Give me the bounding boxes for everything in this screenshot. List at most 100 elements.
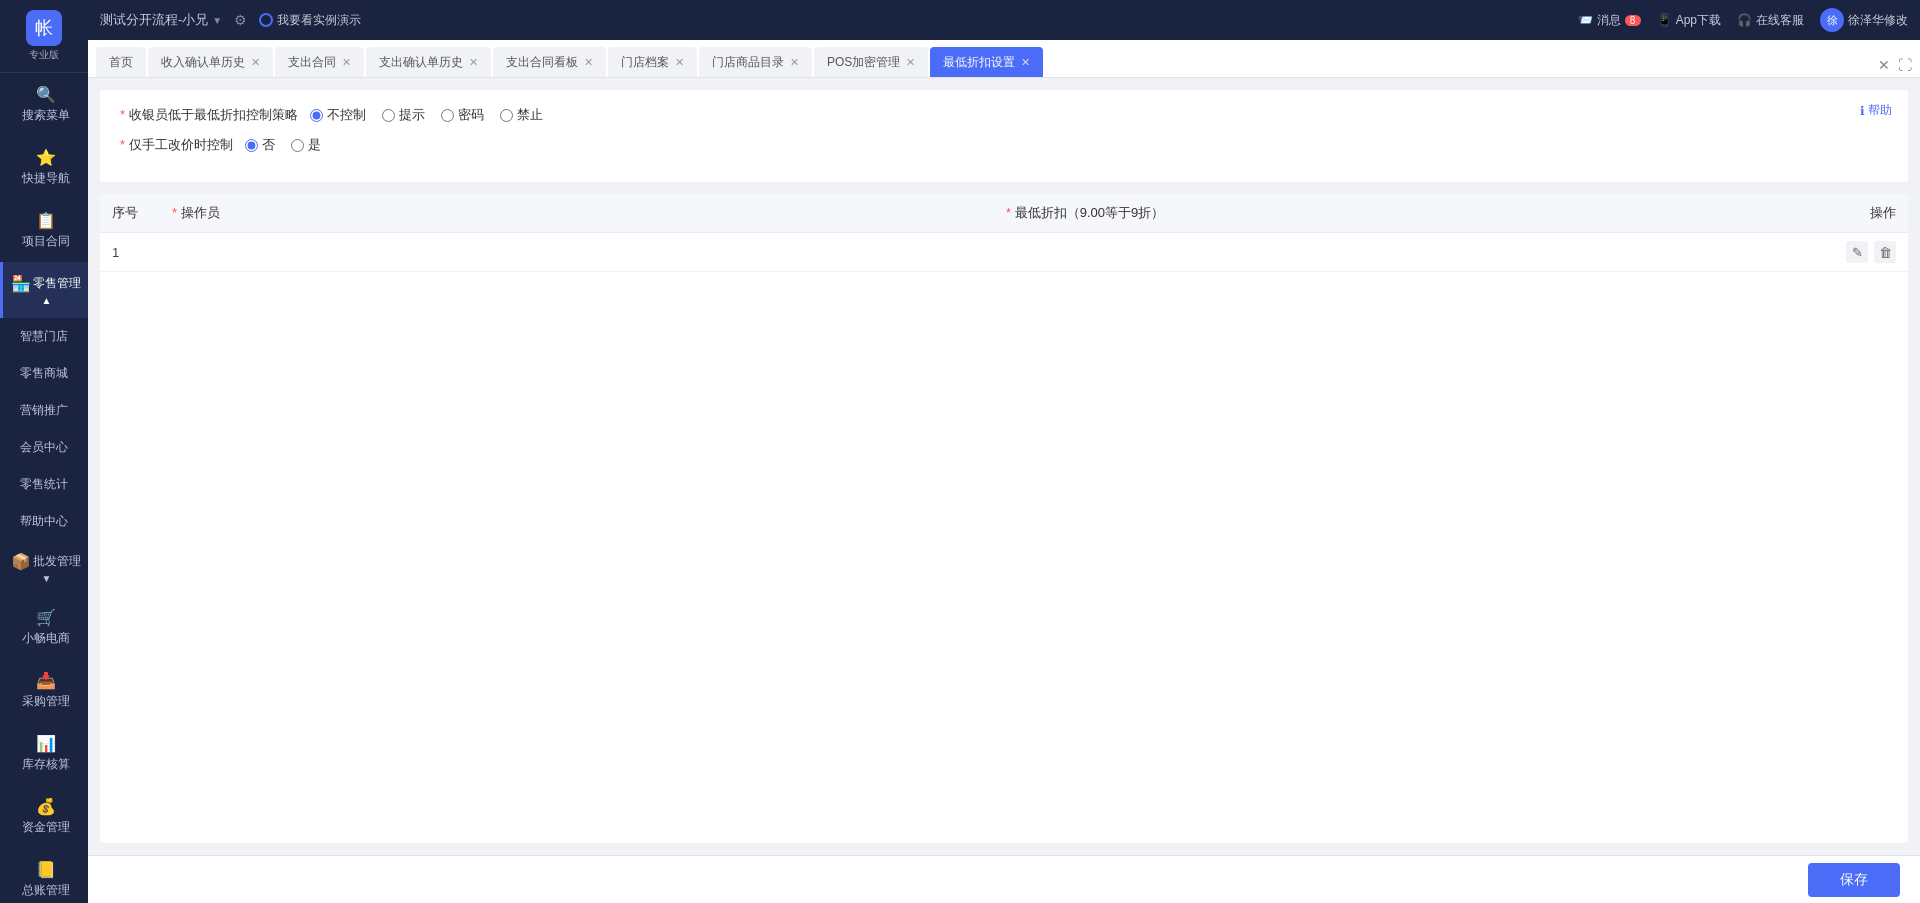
strategy-nocontrol-label: 不控制: [327, 106, 366, 124]
tab-close-icon[interactable]: ✕: [1021, 57, 1030, 68]
strategy-forbid-radio[interactable]: [500, 109, 513, 122]
sidebar-item-retail-mall[interactable]: 零售商城: [0, 355, 88, 392]
sidebar-item-purchase[interactable]: 📥 采购管理: [0, 659, 88, 722]
message-icon: 📨: [1578, 13, 1593, 27]
sidebar-sub-label: 智慧门店: [20, 329, 68, 343]
strategy-nocontrol-option[interactable]: 不控制: [310, 106, 366, 124]
tab-home[interactable]: 首页: [96, 47, 146, 77]
sidebar-item-quicknav[interactable]: ⭐ 快捷导航: [0, 136, 88, 199]
tab-close-icon[interactable]: ✕: [584, 57, 593, 68]
sidebar-item-retail[interactable]: 🏪 零售管理 ▲: [0, 262, 88, 318]
strategy-prompt-option[interactable]: 提示: [382, 106, 425, 124]
app-logo: 帐 专业版: [0, 0, 88, 73]
user-profile-button[interactable]: 徐 徐泽华修改: [1820, 8, 1908, 32]
project-name: 测试分开流程-小兄: [100, 11, 208, 29]
manual-label: * 仅手工改价时控制: [120, 136, 233, 154]
topbar-settings-icon[interactable]: ⚙: [234, 12, 247, 28]
sidebar-item-ecommerce[interactable]: 🛒 小畅电商: [0, 596, 88, 659]
chevron-up-icon: ▲: [42, 295, 52, 306]
strategy-nocontrol-radio[interactable]: [310, 109, 323, 122]
sidebar-item-label: 快捷导航: [22, 170, 70, 187]
purchase-icon: 📥: [36, 671, 56, 690]
row-delete-button[interactable]: 🗑: [1874, 241, 1896, 263]
tab-store-catalog[interactable]: 门店商品目录 ✕: [699, 47, 812, 77]
sidebar-item-label: 零售管理: [33, 275, 81, 292]
tab-store-archive[interactable]: 门店档案 ✕: [608, 47, 697, 77]
inventory-icon: 📊: [36, 734, 56, 753]
demo-link[interactable]: 我要看实例演示: [259, 12, 361, 29]
project-selector[interactable]: 测试分开流程-小兄 ▼: [100, 11, 222, 29]
tab-label: 最低折扣设置: [943, 54, 1015, 71]
tab-bar: 首页 收入确认单历史 ✕ 支出合同 ✕ 支出确认单历史 ✕ 支出合同看板 ✕ 门…: [88, 40, 1920, 78]
sidebar-item-label: 搜索菜单: [22, 107, 70, 124]
help-label: 帮助: [1868, 102, 1892, 119]
strategy-label-text: 收银员低于最低折扣控制策略: [129, 107, 298, 122]
sidebar-item-search[interactable]: 🔍 搜索菜单: [0, 73, 88, 136]
ledger-icon: 📒: [36, 860, 56, 879]
strategy-prompt-radio[interactable]: [382, 109, 395, 122]
app-download-button[interactable]: 📱 App下载: [1657, 12, 1721, 29]
project-dropdown-arrow: ▼: [212, 15, 222, 26]
tab-label: 支出合同: [288, 54, 336, 71]
sidebar-item-member-center[interactable]: 会员中心: [0, 429, 88, 466]
sidebar-sub-label: 帮助中心: [20, 514, 68, 528]
sidebar-item-project-contract[interactable]: 📋 项目合同: [0, 199, 88, 262]
tab-close-icon[interactable]: ✕: [675, 57, 684, 68]
tab-label: 收入确认单历史: [161, 54, 245, 71]
tab-expense-history[interactable]: 支出确认单历史 ✕: [366, 47, 491, 77]
save-button[interactable]: 保存: [1808, 863, 1900, 897]
sidebar-item-wholesale[interactable]: 📦 批发管理 ▼: [0, 540, 88, 596]
help-icon: ℹ: [1860, 104, 1865, 118]
sidebar-item-marketing[interactable]: 营销推广: [0, 392, 88, 429]
required-star: *: [1006, 205, 1011, 220]
tab-min-discount[interactable]: 最低折扣设置 ✕: [930, 47, 1043, 77]
strategy-forbid-option[interactable]: 禁止: [500, 106, 543, 124]
main-area: 测试分开流程-小兄 ▼ ⚙ 我要看实例演示 📨 消息 8 📱 App下载 🎧 在…: [88, 0, 1920, 903]
message-label: 消息: [1597, 12, 1621, 29]
help-link[interactable]: ℹ 帮助: [1860, 102, 1892, 119]
retail-icon: 🏪: [11, 274, 31, 293]
cell-min-discount[interactable]: [994, 233, 1828, 272]
sidebar-item-label: 小畅电商: [22, 630, 70, 647]
col-header-min-discount: * 最低折扣（9.00等于9折）: [994, 194, 1828, 233]
sidebar-item-help-center[interactable]: 帮助中心: [0, 503, 88, 540]
footer-bar: 保存: [88, 855, 1920, 903]
sidebar-item-retail-stats[interactable]: 零售统计: [0, 466, 88, 503]
strategy-password-radio[interactable]: [441, 109, 454, 122]
manual-yes-radio[interactable]: [291, 139, 304, 152]
tab-contract[interactable]: 支出合同 ✕: [275, 47, 364, 77]
manual-no-option[interactable]: 否: [245, 136, 275, 154]
sidebar-item-smart-store[interactable]: 智慧门店: [0, 318, 88, 355]
message-button[interactable]: 📨 消息 8: [1578, 12, 1641, 29]
sidebar-item-ledger[interactable]: 📒 总账管理: [0, 848, 88, 903]
tab-close-icon[interactable]: ✕: [906, 57, 915, 68]
cell-operator[interactable]: [160, 233, 994, 272]
row-edit-button[interactable]: ✎: [1846, 241, 1868, 263]
strategy-password-option[interactable]: 密码: [441, 106, 484, 124]
user-name: 徐泽华修改: [1848, 12, 1908, 29]
app-download-label: App下载: [1676, 12, 1721, 29]
tab-close-icon[interactable]: ✕: [342, 57, 351, 68]
tab-close-icon[interactable]: ✕: [251, 57, 260, 68]
sidebar-item-inventory[interactable]: 📊 库存核算: [0, 722, 88, 785]
manual-no-radio[interactable]: [245, 139, 258, 152]
tab-label: 首页: [109, 54, 133, 71]
tab-close-icon[interactable]: ✕: [790, 57, 799, 68]
sidebar-item-finance[interactable]: 💰 资金管理: [0, 785, 88, 848]
manual-yes-label: 是: [308, 136, 321, 154]
tab-contract-board[interactable]: 支出合同看板 ✕: [493, 47, 606, 77]
tab-pos-encrypt[interactable]: POS加密管理 ✕: [814, 47, 928, 77]
manual-yes-option[interactable]: 是: [291, 136, 321, 154]
tab-close-icon[interactable]: ✕: [469, 57, 478, 68]
star-icon: ⭐: [36, 148, 56, 167]
operator-input[interactable]: [172, 245, 982, 260]
tab-label: 支出合同看板: [506, 54, 578, 71]
tab-expand-icon[interactable]: ⛶: [1898, 57, 1912, 73]
tab-income-history[interactable]: 收入确认单历史 ✕: [148, 47, 273, 77]
sidebar-item-label: 资金管理: [22, 819, 70, 836]
tab-close-all-icon[interactable]: ✕: [1878, 57, 1890, 73]
sidebar-sub-label: 营销推广: [20, 403, 68, 417]
min-discount-input[interactable]: [1006, 245, 1816, 260]
logo-icon: 帐: [26, 10, 62, 46]
customer-service-button[interactable]: 🎧 在线客服: [1737, 12, 1804, 29]
